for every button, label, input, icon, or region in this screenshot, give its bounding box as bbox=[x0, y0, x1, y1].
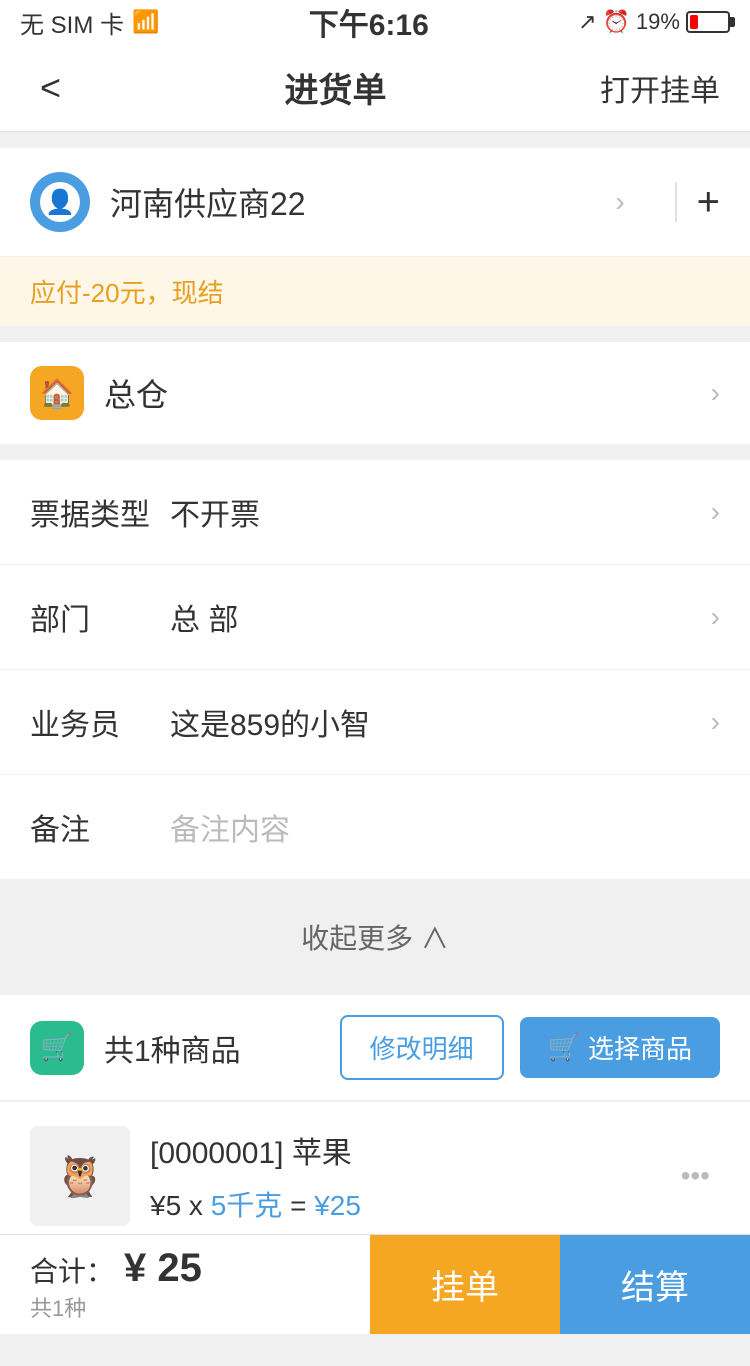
carrier-text: 无 SIM 卡 bbox=[20, 5, 124, 40]
department-chevron-icon: › bbox=[711, 601, 720, 633]
salesperson-chevron-icon: › bbox=[711, 706, 720, 738]
warehouse-card: 🏠 总仓 › bbox=[0, 342, 750, 444]
supplier-divider bbox=[675, 182, 677, 222]
remark-label: 备注 bbox=[30, 805, 170, 849]
salesperson-row[interactable]: 业务员 这是859的小智 › bbox=[0, 670, 750, 775]
footer: 合计： ¥ 25 共1种 挂单 结算 bbox=[0, 1234, 750, 1334]
add-button[interactable]: + bbox=[697, 180, 720, 225]
form-card: 票据类型 不开票 › 部门 总 部 › 业务员 这是859的小智 › 备注 备注… bbox=[0, 460, 750, 879]
department-label: 部门 bbox=[30, 595, 170, 639]
invoice-type-label: 票据类型 bbox=[30, 490, 170, 534]
collapse-label: 收起更多 ∧ bbox=[301, 917, 449, 957]
warehouse-icon: 🏠 bbox=[30, 366, 84, 420]
product-price: ¥5 x 5千克 = ¥25 bbox=[150, 1184, 671, 1224]
remark-value[interactable]: 备注内容 bbox=[170, 805, 720, 849]
product-logo-icon: 🦉 bbox=[55, 1153, 105, 1200]
status-left: 无 SIM 卡 📶 bbox=[20, 5, 159, 40]
invoice-type-chevron-icon: › bbox=[711, 496, 720, 528]
products-section: 🛒 共1种商品 修改明细 🛒 选择商品 🦉 [0000001] 苹果 ¥5 x … bbox=[0, 995, 750, 1250]
total-label: 合计： bbox=[30, 1250, 114, 1290]
product-thumbnail: 🦉 bbox=[30, 1126, 130, 1226]
wifi-icon: 📶 bbox=[132, 9, 159, 35]
salesperson-label: 业务员 bbox=[30, 700, 170, 744]
product-name: [0000001] 苹果 bbox=[150, 1128, 671, 1172]
supplier-chevron-icon: › bbox=[615, 186, 624, 218]
cart-icon: 🛒 bbox=[548, 1032, 580, 1063]
back-button[interactable]: < bbox=[30, 57, 71, 119]
supplier-name: 河南供应商22 bbox=[110, 179, 615, 225]
select-product-button[interactable]: 🛒 选择商品 bbox=[520, 1017, 720, 1078]
supplier-avatar-icon: 👤 bbox=[40, 182, 80, 222]
select-product-label: 选择商品 bbox=[588, 1029, 692, 1066]
footer-count: 共1种 bbox=[30, 1291, 340, 1323]
battery-fill bbox=[690, 15, 698, 29]
product-more-button[interactable]: ••• bbox=[671, 1150, 720, 1202]
battery-percent: 19% bbox=[636, 9, 680, 35]
department-value: 总 部 bbox=[170, 595, 711, 639]
collapse-button[interactable]: 收起更多 ∧ bbox=[0, 895, 750, 979]
alarm-icon: ⏰ bbox=[603, 9, 630, 35]
page-title: 进货单 bbox=[285, 63, 387, 112]
hold-button[interactable]: 挂单 bbox=[370, 1235, 560, 1334]
product-unit-price: ¥5 bbox=[150, 1190, 181, 1221]
product-item: 🦉 [0000001] 苹果 ¥5 x 5千克 = ¥25 ••• bbox=[0, 1101, 750, 1250]
warehouse-row[interactable]: 🏠 总仓 › bbox=[0, 342, 750, 444]
products-icon: 🛒 bbox=[30, 1021, 84, 1075]
open-hold-button[interactable]: 打开挂单 bbox=[600, 66, 720, 110]
warehouse-chevron-icon: › bbox=[711, 377, 720, 409]
supplier-card: 👤 河南供应商22 › + 应付-20元，现结 bbox=[0, 148, 750, 326]
supplier-row[interactable]: 👤 河南供应商22 › + bbox=[0, 148, 750, 257]
footer-total: 合计： ¥ 25 共1种 bbox=[0, 1246, 370, 1323]
edit-detail-button[interactable]: 修改明细 bbox=[340, 1015, 504, 1080]
product-multiply: x bbox=[181, 1190, 211, 1221]
footer-total-row: 合计： ¥ 25 bbox=[30, 1246, 340, 1291]
products-count: 共1种商品 bbox=[104, 1026, 340, 1070]
status-bar: 无 SIM 卡 📶 下午6:16 ↗ ⏰ 19% bbox=[0, 0, 750, 44]
product-title: 苹果 bbox=[292, 1137, 352, 1170]
products-header: 🛒 共1种商品 修改明细 🛒 选择商品 bbox=[0, 995, 750, 1101]
nav-bar: < 进货单 打开挂单 bbox=[0, 44, 750, 132]
product-qty: 5千克 bbox=[211, 1190, 283, 1221]
product-info: [0000001] 苹果 ¥5 x 5千克 = ¥25 bbox=[150, 1128, 671, 1224]
hold-label: 挂单 bbox=[431, 1260, 499, 1309]
alert-banner: 应付-20元，现结 bbox=[0, 257, 750, 326]
product-id: [0000001] bbox=[150, 1137, 283, 1170]
product-total: ¥25 bbox=[314, 1190, 361, 1221]
total-amount: ¥ 25 bbox=[124, 1246, 202, 1291]
location-icon: ↗ bbox=[578, 9, 596, 35]
salesperson-value: 这是859的小智 bbox=[170, 700, 711, 744]
product-equals: = bbox=[282, 1190, 314, 1221]
status-time: 下午6:16 bbox=[309, 0, 429, 44]
battery-icon bbox=[686, 11, 730, 33]
invoice-type-value: 不开票 bbox=[170, 490, 711, 534]
status-right: ↗ ⏰ 19% bbox=[578, 9, 730, 35]
warehouse-name: 总仓 bbox=[104, 370, 711, 416]
supplier-avatar: 👤 bbox=[30, 172, 90, 232]
invoice-type-row[interactable]: 票据类型 不开票 › bbox=[0, 460, 750, 565]
department-row[interactable]: 部门 总 部 › bbox=[0, 565, 750, 670]
content: 👤 河南供应商22 › + 应付-20元，现结 🏠 总仓 › 票据类型 不开票 … bbox=[0, 148, 750, 1366]
remark-row[interactable]: 备注 备注内容 bbox=[0, 775, 750, 879]
checkout-label: 结算 bbox=[621, 1260, 689, 1309]
checkout-button[interactable]: 结算 bbox=[560, 1235, 750, 1334]
